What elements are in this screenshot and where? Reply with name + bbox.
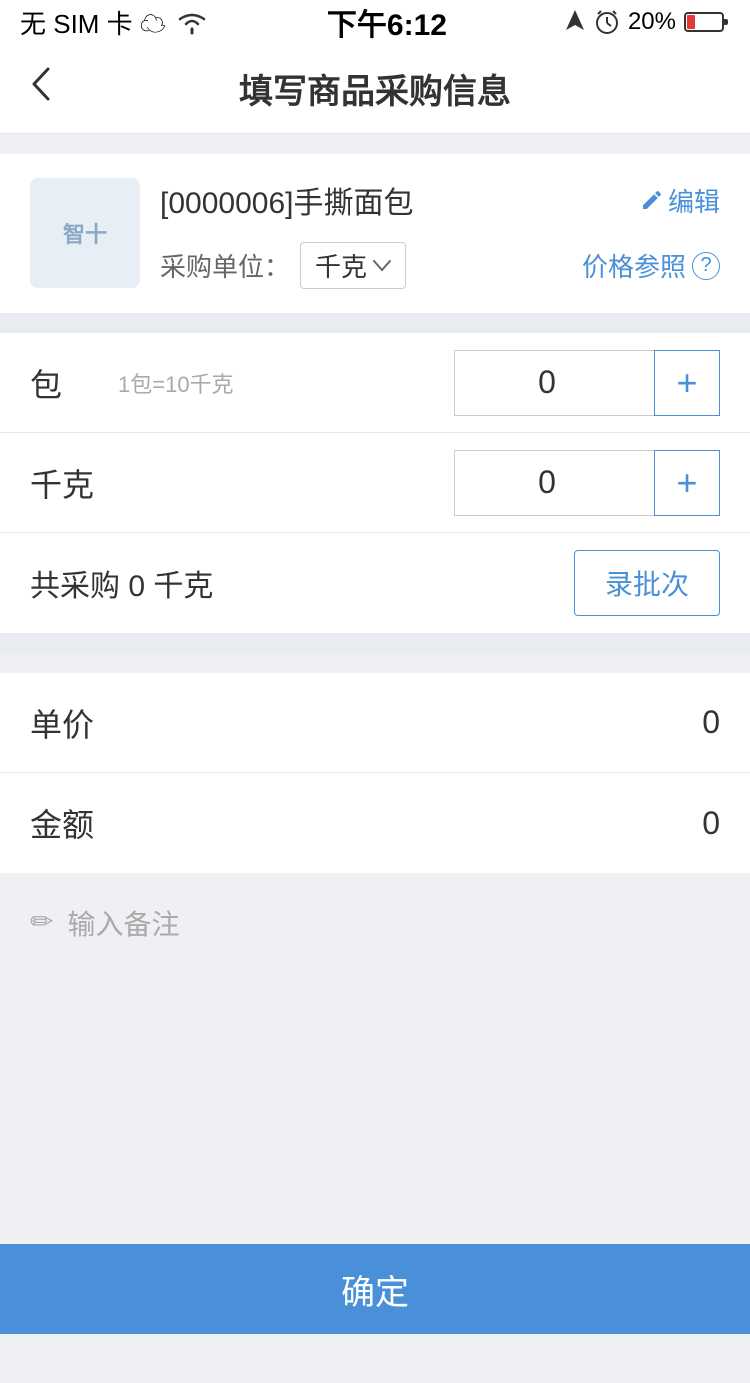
- bao-sublabel: 1包=10千克: [118, 367, 454, 399]
- thumbnail-text: 智十: [63, 217, 107, 249]
- bao-input-wrap: +: [454, 350, 720, 416]
- kg-input-wrap: +: [454, 450, 720, 516]
- edit-icon: [640, 188, 664, 212]
- location-icon: [564, 8, 586, 36]
- status-right: 20%: [564, 8, 730, 36]
- remark-section[interactable]: ✏ 输入备注: [0, 873, 750, 993]
- amount-value: 0: [702, 805, 720, 842]
- unit-select[interactable]: 千克: [300, 242, 406, 289]
- alarm-icon: [594, 9, 620, 35]
- confirm-button[interactable]: 确定: [0, 1244, 750, 1334]
- amount-label: 金额: [30, 800, 94, 846]
- kg-input[interactable]: [454, 450, 654, 516]
- summary-text: 共采购 0 千克: [30, 561, 213, 605]
- unit-price-row: 单价 0: [0, 673, 750, 773]
- section-divider-1: [0, 313, 750, 333]
- back-button[interactable]: [30, 55, 62, 122]
- section-divider-2: [0, 633, 750, 653]
- status-left: 无 SIM 卡 ☁: [20, 4, 210, 41]
- pencil-icon: ✏: [30, 905, 53, 938]
- batch-button[interactable]: 录批次: [574, 550, 720, 616]
- battery-text: 20%: [628, 8, 676, 36]
- wifi-icon: [174, 9, 210, 35]
- status-bar: 无 SIM 卡 ☁ 下午6:12 20%: [0, 0, 750, 44]
- unit-value: 千克: [315, 247, 367, 284]
- unit-price-value: 0: [702, 704, 720, 741]
- nav-bar: 填写商品采购信息: [0, 44, 750, 134]
- kg-label: 千克: [30, 460, 110, 506]
- bao-input[interactable]: [454, 350, 654, 416]
- bao-input-row: 包 1包=10千克 +: [0, 333, 750, 433]
- summary-row: 共采购 0 千克 录批次: [0, 533, 750, 633]
- page-content: 无 SIM 卡 ☁ 下午6:12 20%: [0, 0, 750, 1383]
- battery-icon: [684, 10, 730, 34]
- bao-plus-button[interactable]: +: [654, 350, 720, 416]
- edit-button[interactable]: 编辑: [640, 182, 720, 219]
- product-card: 智十 [0000006]手撕面包 编辑 采购单位： 千克: [0, 154, 750, 313]
- product-info: [0000006]手撕面包 编辑 采购单位： 千克: [160, 178, 720, 289]
- product-top-row: [0000006]手撕面包 编辑: [160, 178, 720, 222]
- no-sim-text: 无 SIM 卡 ☁: [20, 4, 166, 41]
- product-unit-row: 采购单位： 千克 价格参照 ?: [160, 242, 720, 289]
- kg-input-row: 千克 +: [0, 433, 750, 533]
- help-icon: ?: [692, 252, 720, 280]
- price-reference-button[interactable]: 价格参照 ?: [582, 247, 720, 284]
- page-title: 填写商品采购信息: [239, 64, 511, 113]
- price-section: 单价 0 金额 0: [0, 673, 750, 873]
- status-time: 下午6:12: [327, 0, 447, 44]
- chevron-down-icon: [373, 260, 391, 272]
- unit-label: 采购单位：: [160, 247, 290, 284]
- unit-price-label: 单价: [30, 700, 94, 746]
- edit-label: 编辑: [668, 182, 720, 219]
- amount-row: 金额 0: [0, 773, 750, 873]
- remark-placeholder: 输入备注: [67, 903, 179, 943]
- bao-label: 包: [30, 360, 110, 406]
- price-ref-label: 价格参照: [582, 247, 686, 284]
- product-thumbnail: 智十: [30, 178, 140, 288]
- quantity-input-section: 包 1包=10千克 + 千克 + 共采购 0 千克 录批次: [0, 333, 750, 633]
- product-name: [0000006]手撕面包: [160, 178, 413, 222]
- kg-plus-button[interactable]: +: [654, 450, 720, 516]
